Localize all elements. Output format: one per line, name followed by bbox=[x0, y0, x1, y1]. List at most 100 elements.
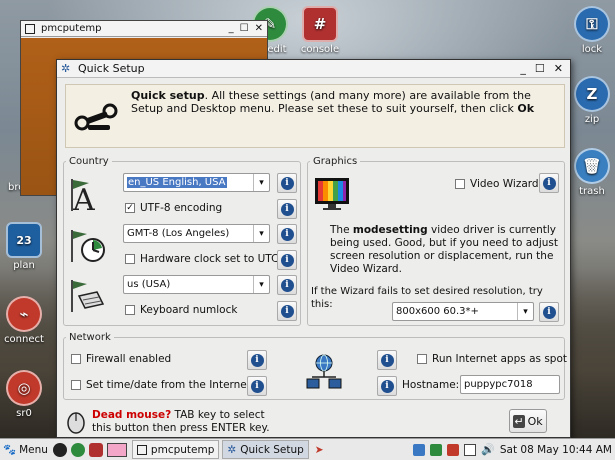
optical-drive-icon: ◎ bbox=[6, 370, 42, 406]
desktop-icon-connect[interactable]: ⌁ connect bbox=[0, 296, 48, 345]
timezone-select[interactable]: GMT-8 (Los Angeles) ▾ bbox=[123, 224, 270, 243]
hwclock-info-button[interactable]: i bbox=[277, 250, 297, 270]
numlock-checkbox[interactable]: Keyboard numlock bbox=[125, 304, 237, 316]
numlock-info-button[interactable]: i bbox=[277, 301, 297, 321]
console-icon: # bbox=[302, 6, 338, 42]
pmcputemp-title: pmcputemp bbox=[41, 23, 102, 34]
tools-icon bbox=[74, 103, 118, 131]
lock-icon: ⚿ bbox=[574, 6, 610, 42]
network-legend: Network bbox=[69, 332, 111, 343]
country-legend: Country bbox=[69, 156, 109, 167]
taskbar-window-quick-setup[interactable]: ✲ Quick Setup bbox=[222, 440, 309, 459]
zip-icon: Z bbox=[574, 76, 610, 112]
window-menu-icon[interactable] bbox=[25, 23, 35, 34]
video-wizard-checkbox[interactable]: Video Wizard bbox=[455, 178, 539, 190]
locale-info-button[interactable]: i bbox=[277, 173, 297, 193]
menu-button[interactable]: 🐾 Menu bbox=[0, 440, 51, 460]
settime-check-box[interactable] bbox=[71, 380, 81, 390]
hostname-input[interactable]: puppypc7018 bbox=[460, 375, 560, 394]
return-arrow-icon: ↵ bbox=[513, 414, 525, 428]
hwclock-check-box[interactable] bbox=[125, 254, 135, 264]
satellite-dish-icon: ⌁ bbox=[6, 296, 42, 332]
keyboard-info-button[interactable]: i bbox=[277, 275, 297, 295]
info-icon: i bbox=[380, 379, 394, 393]
quicklaunch-browser-icon[interactable] bbox=[70, 442, 85, 457]
mouse-icon bbox=[67, 412, 85, 434]
minimize-icon[interactable]: _ bbox=[229, 23, 234, 34]
minimize-icon[interactable]: _ bbox=[520, 62, 526, 75]
calendar-icon: 23 bbox=[6, 222, 42, 258]
tray-volume-icon[interactable]: 🔊 bbox=[481, 443, 495, 456]
timezone-info-button[interactable]: i bbox=[277, 224, 297, 244]
window-icon bbox=[136, 444, 147, 455]
dead-mouse-hint: Dead mouse? TAB key to select this butto… bbox=[92, 409, 270, 434]
intro-panel: Quick setup. All these settings (and man… bbox=[65, 84, 565, 148]
desktop-icon-lock[interactable]: ⚿ lock bbox=[568, 6, 615, 55]
spot-check-box[interactable] bbox=[417, 354, 427, 364]
utf8-checkbox[interactable]: ✓ UTF-8 encoding bbox=[125, 202, 222, 214]
chevron-down-icon: ▾ bbox=[517, 303, 533, 320]
tray-arrow-icon[interactable]: ➤ bbox=[315, 444, 324, 456]
ok-button[interactable]: ↵ Ok bbox=[509, 409, 547, 433]
chevron-down-icon: ▾ bbox=[253, 174, 269, 191]
keyboard-select[interactable]: us (USA) ▾ bbox=[123, 275, 270, 294]
quicklaunch-folder-icon[interactable] bbox=[106, 442, 127, 457]
numlock-check-box[interactable] bbox=[125, 305, 135, 315]
quicklaunch-console-icon[interactable] bbox=[88, 442, 103, 457]
desktop-icon-console[interactable]: # console bbox=[296, 6, 344, 55]
settime-info-button[interactable]: i bbox=[247, 376, 267, 396]
tray-storage-icon[interactable] bbox=[430, 443, 443, 456]
quick-setup-titlebar[interactable]: ✲ Quick Setup _ ☐ ✕ bbox=[57, 60, 570, 78]
network-globe-icon bbox=[306, 354, 342, 389]
quicklaunch-x-icon[interactable] bbox=[52, 442, 67, 457]
video-wizard-check-box[interactable] bbox=[455, 179, 465, 189]
info-icon: i bbox=[250, 379, 264, 393]
hwclock-checkbox[interactable]: Hardware clock set to UTC bbox=[125, 253, 278, 265]
info-icon: i bbox=[280, 202, 294, 216]
keyboard-icon bbox=[71, 280, 105, 312]
info-icon: i bbox=[280, 227, 294, 241]
firewall-check-box[interactable] bbox=[71, 354, 81, 364]
taskbar-window-pmcputemp[interactable]: pmcputemp bbox=[131, 440, 220, 459]
hostname-info-button[interactable]: i bbox=[377, 376, 397, 396]
info-icon: i bbox=[250, 353, 264, 367]
quick-setup-title: Quick Setup bbox=[78, 62, 145, 75]
firewall-checkbox[interactable]: Firewall enabled bbox=[71, 353, 171, 365]
hostname-label: Hostname: bbox=[402, 379, 460, 391]
wrench-icon: ✲ bbox=[227, 443, 237, 456]
taskbar: 🐾 Menu pmcputemp ✲ Quick Setup ➤ 🔊 Sat 0… bbox=[0, 438, 615, 460]
taskbar-clock[interactable]: Sat 08 May 10:44 AM bbox=[500, 444, 612, 456]
locale-letter-a-icon: A bbox=[71, 179, 95, 213]
utf8-check-box[interactable]: ✓ bbox=[125, 203, 135, 213]
close-icon[interactable]: ✕ bbox=[255, 23, 263, 34]
locale-select[interactable]: en_US English, USA ▾ bbox=[123, 173, 270, 192]
video-wizard-info-button[interactable]: i bbox=[539, 173, 559, 193]
maximize-icon[interactable]: ☐ bbox=[240, 23, 249, 34]
settime-checkbox[interactable]: Set time/date from the Internet bbox=[71, 379, 251, 391]
firewall-info-button[interactable]: i bbox=[247, 350, 267, 370]
spot-checkbox[interactable]: Run Internet apps as spot bbox=[417, 353, 567, 365]
quick-setup-window: ✲ Quick Setup _ ☐ ✕ Quick setup. All the… bbox=[56, 59, 571, 438]
info-icon: i bbox=[380, 353, 394, 367]
resolution-select[interactable]: 800x600 60.3*+ ▾ bbox=[392, 302, 534, 321]
close-icon[interactable]: ✕ bbox=[554, 62, 563, 75]
tray-firewall-icon[interactable] bbox=[447, 443, 460, 456]
resolution-info-button[interactable]: i bbox=[539, 302, 559, 322]
desktop-icon-plan[interactable]: 23 plan bbox=[0, 222, 48, 271]
desktop-icon-zip[interactable]: Z zip bbox=[568, 76, 615, 125]
chevron-down-icon: ▾ bbox=[253, 276, 269, 293]
tray-clipboard-icon[interactable] bbox=[464, 443, 477, 456]
utf8-info-button[interactable]: i bbox=[277, 199, 297, 219]
desktop-icon-trash[interactable]: 🗑 trash bbox=[568, 148, 615, 197]
driver-description: The modesetting video driver is currentl… bbox=[330, 224, 559, 275]
chevron-down-icon: ▾ bbox=[253, 225, 269, 242]
tray-network-icon[interactable] bbox=[413, 443, 426, 456]
desktop-icon-sr0[interactable]: ◎ sr0 bbox=[0, 370, 48, 419]
info-icon: i bbox=[280, 304, 294, 318]
network-info-button[interactable]: i bbox=[377, 350, 397, 370]
trash-icon: 🗑 bbox=[574, 148, 610, 184]
intro-text: Quick setup. All these settings (and man… bbox=[131, 89, 535, 115]
pmcputemp-titlebar[interactable]: pmcputemp _ ☐ ✕ bbox=[21, 21, 267, 37]
info-icon: i bbox=[280, 253, 294, 267]
maximize-icon[interactable]: ☐ bbox=[535, 62, 545, 75]
